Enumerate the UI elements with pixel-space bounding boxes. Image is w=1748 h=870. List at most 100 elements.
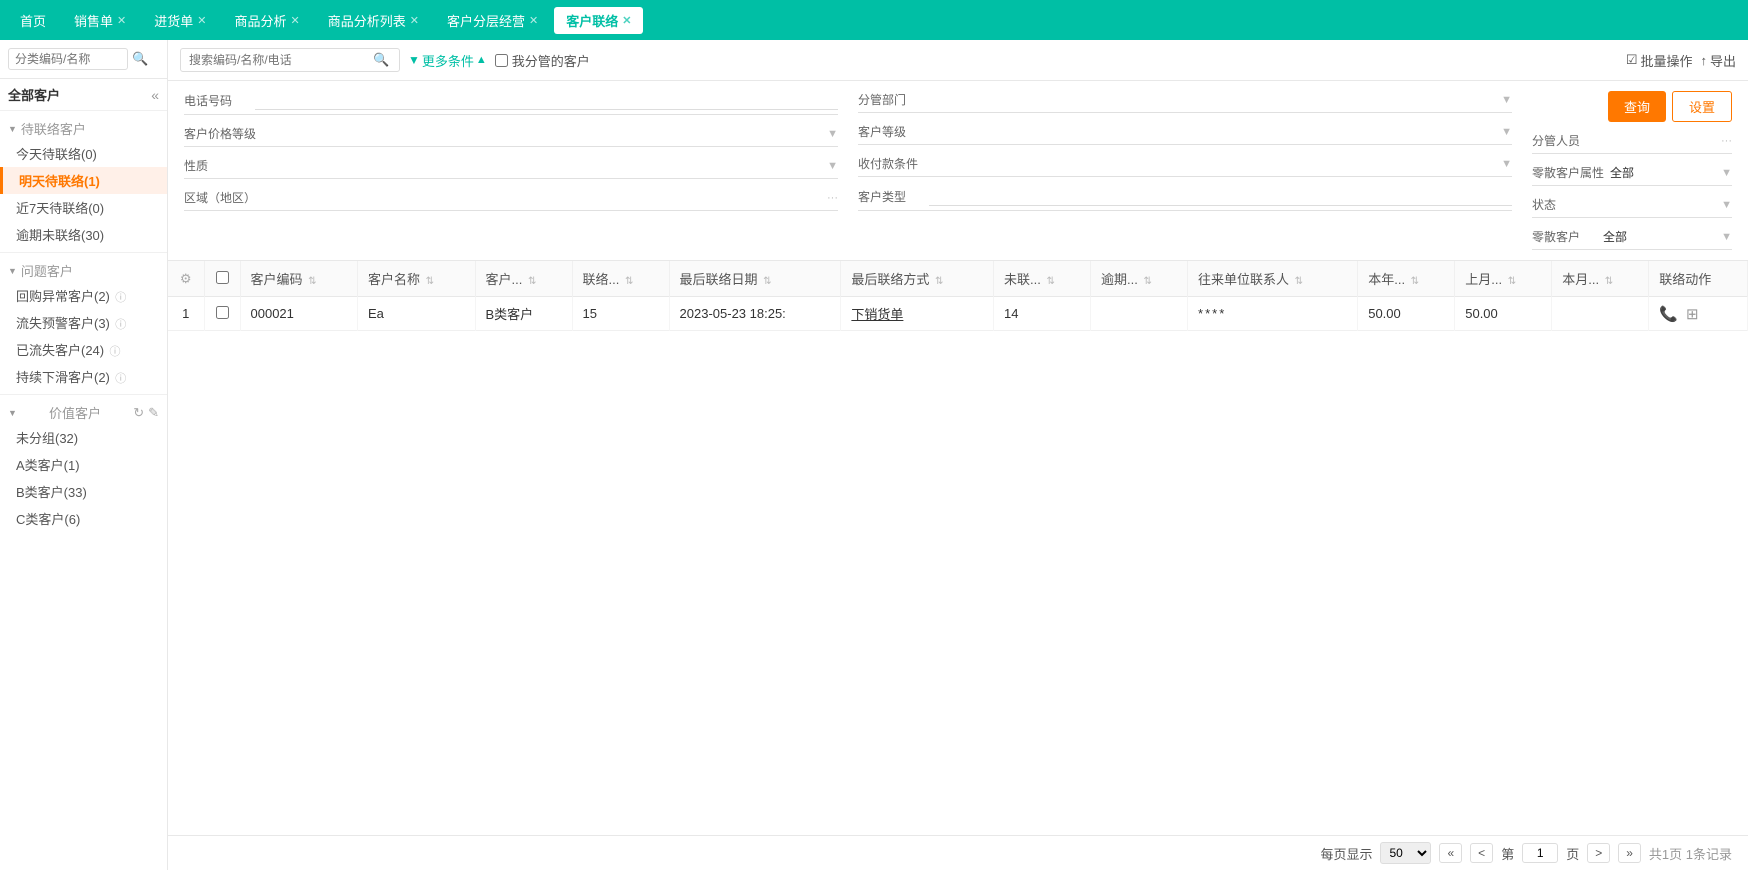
sidebar-item-churn-warn[interactable]: 流失预警客户(3) ⓘ: [0, 309, 167, 336]
sidebar-item-overdue[interactable]: 逾期未联络(30): [0, 221, 167, 248]
reset-btn[interactable]: 设置: [1672, 91, 1732, 122]
page-num-input[interactable]: [1522, 843, 1558, 863]
bulk-op-btn[interactable]: ☑ 批量操作: [1626, 51, 1693, 70]
nav-purchase-close[interactable]: ✕: [197, 14, 206, 27]
nav-sales[interactable]: 销售单 ✕: [62, 7, 138, 34]
last-page-btn[interactable]: »: [1618, 843, 1641, 863]
nav-product-analysis-close[interactable]: ✕: [291, 14, 300, 27]
value-group-edit[interactable]: ✎: [148, 405, 159, 421]
nav-purchase[interactable]: 进货单 ✕: [142, 7, 218, 34]
th-name[interactable]: 客户名称 ⇅: [358, 261, 476, 297]
filter-dept: 分管部门 ▼: [858, 91, 1512, 113]
td-current-month: [1552, 297, 1649, 331]
th-code[interactable]: 客户编码 ⇅: [240, 261, 358, 297]
td-last-method[interactable]: 下销货单: [841, 297, 994, 331]
sidebar-item-abnormal[interactable]: 回购异常客户(2) ⓘ: [0, 282, 167, 309]
th-last-month[interactable]: 上月... ⇅: [1455, 261, 1552, 297]
divider-3: [0, 394, 167, 395]
nav-product-list[interactable]: 商品分析列表 ✕: [316, 7, 431, 34]
filter-customer-type-input[interactable]: [929, 187, 1512, 206]
search-input[interactable]: [189, 53, 369, 67]
more-conditions-btn[interactable]: ▼ 更多条件 ▲: [408, 51, 487, 70]
sidebar-item-tomorrow[interactable]: 明天待联络(1): [0, 167, 167, 194]
total-records: 共1页 1条记录: [1649, 844, 1732, 863]
scattered-chevron[interactable]: ▼: [1721, 231, 1732, 243]
grid-icon[interactable]: ⊞: [1686, 305, 1699, 323]
divider-1: [0, 110, 167, 111]
price-level-chevron[interactable]: ▼: [827, 128, 838, 140]
td-uncontacted: 14: [994, 297, 1091, 331]
table-area: ⚙ 客户编码 ⇅ 客户名称 ⇅ 客户... ⇅ 联络... ⇅ 最后联络日期 ⇅…: [168, 261, 1748, 835]
sidebar-item-today[interactable]: 今天待联络(0): [0, 140, 167, 167]
th-unit-contact[interactable]: 往来单位联系人 ⇅: [1188, 261, 1358, 297]
dept-chevron[interactable]: ▼: [1501, 94, 1512, 106]
top-nav: 首页 销售单 ✕ 进货单 ✕ 商品分析 ✕ 商品分析列表 ✕ 客户分层经营 ✕ …: [0, 0, 1748, 40]
td-overdue: [1091, 297, 1188, 331]
select-all-checkbox[interactable]: [216, 271, 229, 284]
sidebar-item-a-class[interactable]: A类客户(1): [0, 451, 167, 478]
page-size-select[interactable]: 50 100 200: [1380, 842, 1431, 864]
th-last-method[interactable]: 最后联络方式 ⇅: [841, 261, 994, 297]
nav-customer-tier-close[interactable]: ✕: [529, 14, 538, 27]
person-dots[interactable]: ···: [1721, 135, 1732, 147]
nav-home[interactable]: 首页: [8, 7, 58, 34]
prev-page-btn[interactable]: <: [1470, 843, 1493, 863]
payment-chevron[interactable]: ▼: [1501, 158, 1512, 170]
nature-chevron[interactable]: ▼: [827, 160, 838, 172]
nav-customer-tier[interactable]: 客户分层经营 ✕: [435, 7, 550, 34]
td-type: B类客户: [475, 297, 572, 331]
sidebar-search-input[interactable]: [8, 48, 128, 70]
customer-level-chevron[interactable]: ▼: [1501, 126, 1512, 138]
sidebar-item-b-class[interactable]: B类客户(33): [0, 478, 167, 505]
th-current-month[interactable]: 本月... ⇅: [1552, 261, 1649, 297]
sidebar-item-c-class[interactable]: C类客户(6): [0, 505, 167, 532]
phone-icon[interactable]: 📞: [1659, 305, 1678, 323]
th-current-year[interactable]: 本年... ⇅: [1358, 261, 1455, 297]
export-btn[interactable]: ↑ 导出: [1700, 51, 1736, 70]
th-overdue[interactable]: 逾期... ⇅: [1091, 261, 1188, 297]
nav-customer-contact-close[interactable]: ✕: [622, 14, 631, 27]
scattered-attr-chevron[interactable]: ▼: [1721, 167, 1732, 179]
filter-scattered: 零散客户 全部 ▼: [1532, 228, 1732, 250]
sidebar-item-churned[interactable]: 已流失客户(24) ⓘ: [0, 336, 167, 363]
settings-icon[interactable]: ⚙: [180, 271, 192, 286]
main-layout: 🔍 全部客户 « 待联络客户 今天待联络(0) 明天待联络(1) 近7天待联络(…: [0, 40, 1748, 870]
sidebar-all-customers-section: 全部客户 «: [0, 79, 167, 106]
sidebar-search-icon[interactable]: 🔍: [132, 51, 148, 67]
nav-product-list-close[interactable]: ✕: [410, 14, 419, 27]
query-btn[interactable]: 查询: [1608, 91, 1666, 122]
filter-phone-input[interactable]: [255, 91, 838, 110]
filter-price-level: 客户价格等级 ▼: [184, 125, 838, 147]
sidebar-item-ungroup[interactable]: 未分组(32): [0, 424, 167, 451]
th-type[interactable]: 客户... ⇅: [475, 261, 572, 297]
td-num: 1: [168, 297, 204, 331]
sidebar: 🔍 全部客户 « 待联络客户 今天待联络(0) 明天待联络(1) 近7天待联络(…: [0, 40, 168, 870]
table-footer: 每页显示 50 100 200 « < 第 页 > » 共1页 1条记录: [168, 835, 1748, 870]
filter-customer-level: 客户等级 ▼: [858, 123, 1512, 145]
sidebar-search-area: 🔍: [0, 40, 167, 79]
sidebar-item-declining[interactable]: 持续下滑客户(2) ⓘ: [0, 363, 167, 390]
th-checkbox: [204, 261, 240, 297]
my-customers-checkbox[interactable]: [495, 54, 508, 67]
sidebar-item-week[interactable]: 近7天待联络(0): [0, 194, 167, 221]
row-checkbox[interactable]: [216, 306, 229, 319]
filter-payment: 收付款条件 ▼: [858, 155, 1512, 177]
th-actions: 联络动作: [1649, 261, 1748, 297]
th-last-date[interactable]: 最后联络日期 ⇅: [669, 261, 841, 297]
sidebar-problem-group: 问题客户: [0, 257, 167, 282]
th-contact-count[interactable]: 联络... ⇅: [572, 261, 669, 297]
td-last-date: 2023-05-23 18:25:: [669, 297, 841, 331]
next-page-btn[interactable]: >: [1587, 843, 1610, 863]
th-settings[interactable]: ⚙: [168, 261, 204, 297]
value-group-refresh[interactable]: ↻: [133, 405, 144, 421]
search-submit-icon[interactable]: 🔍: [373, 52, 389, 68]
region-dots[interactable]: ···: [827, 192, 838, 204]
filter-col3: 查询 设置 分管人员 ··· 零散客户属性 全部 ▼ 状态: [1532, 91, 1732, 250]
status-chevron[interactable]: ▼: [1721, 199, 1732, 211]
nav-product-analysis[interactable]: 商品分析 ✕: [222, 7, 311, 34]
sidebar-collapse-btn[interactable]: «: [151, 87, 159, 103]
nav-sales-close[interactable]: ✕: [117, 14, 126, 27]
th-uncontacted[interactable]: 未联... ⇅: [994, 261, 1091, 297]
first-page-btn[interactable]: «: [1439, 843, 1462, 863]
nav-customer-contact[interactable]: 客户联络 ✕: [554, 7, 643, 34]
